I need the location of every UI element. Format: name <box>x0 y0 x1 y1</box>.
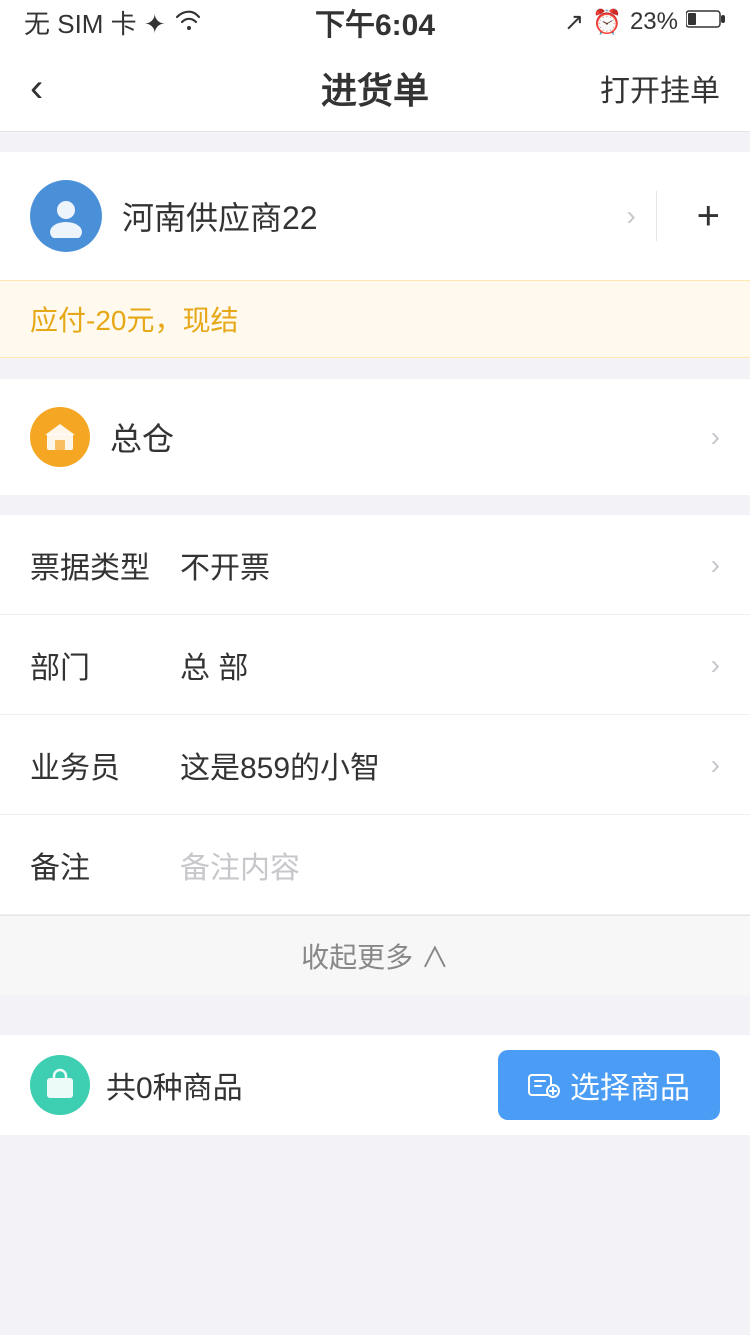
remark-label: 备注 <box>30 843 180 887</box>
alarm-icon: ⏰ <box>592 8 622 37</box>
warehouse-row[interactable]: 总仓 › <box>0 378 750 495</box>
supplier-name: 河南供应商22 <box>122 193 626 239</box>
select-product-label: 选择商品 <box>570 1063 690 1107</box>
remark-placeholder: 备注内容 <box>180 843 720 887</box>
warehouse-chevron-icon: › <box>711 421 720 453</box>
section-divider-1 <box>0 132 750 152</box>
salesman-value: 这是859的小智 <box>180 743 711 787</box>
warehouse-section: 总仓 › <box>0 378 750 495</box>
dept-row[interactable]: 部门 总 部 › <box>0 615 750 715</box>
bottom-section: 共0种商品 选择商品 <box>0 1035 750 1135</box>
supplier-section: 河南供应商22 › + 应付-20元，现结 <box>0 152 750 358</box>
section-divider-3 <box>0 995 750 1015</box>
supplier-avatar <box>30 180 102 252</box>
dept-value: 总 部 <box>180 643 711 687</box>
status-time: 下午6:04 <box>315 0 435 44</box>
invoice-type-row[interactable]: 票据类型 不开票 › <box>0 515 750 615</box>
warehouse-name: 总仓 <box>110 414 711 460</box>
invoice-value: 不开票 <box>180 543 711 587</box>
status-right: ↗ ⏰ 23% <box>564 8 726 37</box>
open-pending-button[interactable]: 打开挂单 <box>600 66 720 110</box>
invoice-chevron-icon: › <box>711 549 720 581</box>
supplier-row[interactable]: 河南供应商22 › + <box>0 152 750 280</box>
form-section: 票据类型 不开票 › 部门 总 部 › 业务员 这是859的小智 › 备注 备注… <box>0 515 750 995</box>
sim-label: 无 SIM 卡 ✦ <box>24 4 166 41</box>
dept-label: 部门 <box>30 643 180 687</box>
wifi-icon <box>174 7 204 38</box>
product-count-text: 共0种商品 <box>106 1063 243 1107</box>
status-left: 无 SIM 卡 ✦ <box>24 4 204 41</box>
dept-chevron-icon: › <box>711 649 720 681</box>
page-background <box>0 1135 750 1335</box>
nav-bar: ‹ 进货单 打开挂单 <box>0 44 750 132</box>
product-count-wrap: 共0种商品 <box>30 1055 243 1115</box>
battery-text: 23% <box>630 8 678 36</box>
remark-row[interactable]: 备注 备注内容 <box>0 815 750 915</box>
add-supplier-icon[interactable]: + <box>677 194 720 239</box>
collapse-bar[interactable]: 收起更多 ∧ <box>0 915 750 995</box>
product-icon <box>30 1055 90 1115</box>
location-icon: ↗ <box>564 8 584 37</box>
salesman-row[interactable]: 业务员 这是859的小智 › <box>0 715 750 815</box>
salesman-label: 业务员 <box>30 743 180 787</box>
salesman-chevron-icon: › <box>711 749 720 781</box>
vertical-divider <box>656 191 657 241</box>
back-button[interactable]: ‹ <box>30 68 43 108</box>
warehouse-icon <box>30 407 90 467</box>
supplier-chevron-icon: › <box>626 200 635 232</box>
select-product-button[interactable]: 选择商品 <box>498 1050 720 1120</box>
notice-bar: 应付-20元，现结 <box>0 280 750 358</box>
status-bar: 无 SIM 卡 ✦ 下午6:04 ↗ ⏰ 23% <box>0 0 750 44</box>
supplier-row-right: › + <box>626 191 720 241</box>
invoice-label: 票据类型 <box>30 543 180 587</box>
nav-title: 进货单 <box>321 62 429 114</box>
battery-icon <box>686 8 726 37</box>
section-divider-2 <box>0 358 750 378</box>
